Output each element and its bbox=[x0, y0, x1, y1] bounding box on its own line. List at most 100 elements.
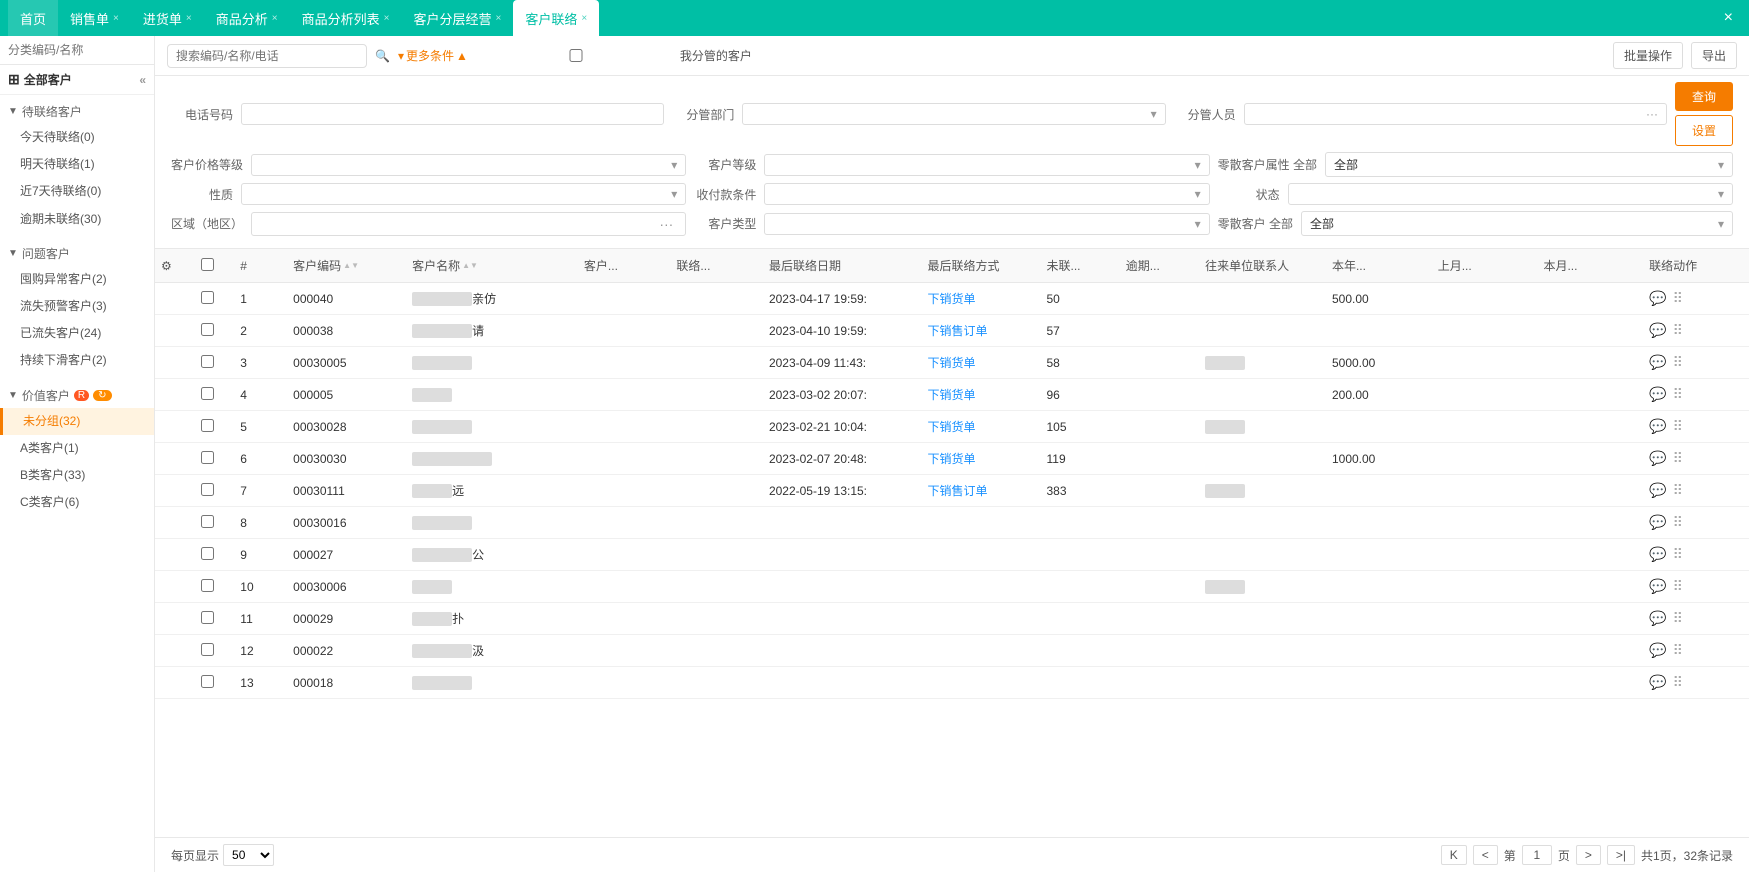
more-icon[interactable]: ⠿ bbox=[1673, 418, 1683, 435]
reset-btn[interactable]: 设置 bbox=[1675, 115, 1733, 146]
method-link[interactable]: 下销货单 bbox=[928, 292, 976, 306]
more-icon[interactable]: ⠿ bbox=[1673, 674, 1683, 691]
row-last-method[interactable]: 下销货单 bbox=[922, 411, 1041, 443]
method-link[interactable]: 下销货单 bbox=[928, 388, 976, 402]
sidebar-pending-title[interactable]: ▼ 待联络客户 bbox=[0, 99, 154, 124]
tab-sales-close[interactable]: × bbox=[113, 13, 119, 24]
row-check[interactable] bbox=[195, 571, 235, 603]
chat-icon[interactable]: 💬 bbox=[1649, 418, 1666, 435]
sidebar-item-today[interactable]: 今天待联络(0) bbox=[0, 124, 154, 151]
more-icon[interactable]: ⠿ bbox=[1673, 354, 1683, 371]
chat-icon[interactable]: 💬 bbox=[1649, 578, 1666, 595]
more-icon[interactable]: ⠿ bbox=[1673, 514, 1683, 531]
row-check[interactable] bbox=[195, 283, 235, 315]
tab-goods-analysis[interactable]: 商品分析 × bbox=[204, 0, 290, 36]
sidebar-item-churned[interactable]: 已流失客户(24) bbox=[0, 320, 154, 347]
tab-goods-list-close[interactable]: × bbox=[384, 13, 390, 24]
sidebar-value-title[interactable]: ▼ 价值客户 R ↻ bbox=[0, 383, 154, 408]
col-header-settings[interactable]: ⚙ bbox=[155, 249, 195, 283]
tab-customer-contact[interactable]: 客户联络 × bbox=[513, 0, 599, 36]
more-icon[interactable]: ⠿ bbox=[1673, 386, 1683, 403]
tab-purchase-close[interactable]: × bbox=[186, 13, 192, 24]
filter-cust-type-select[interactable]: ▾ bbox=[764, 213, 1209, 235]
row-check[interactable] bbox=[195, 507, 235, 539]
chat-icon[interactable]: 💬 bbox=[1649, 546, 1666, 563]
row-check[interactable] bbox=[195, 635, 235, 667]
more-icon[interactable]: ⠿ bbox=[1673, 322, 1683, 339]
my-customers-checkbox-label[interactable]: 我分管的客户 bbox=[476, 47, 752, 64]
col-header-thismonth[interactable]: 本月... bbox=[1537, 249, 1643, 283]
filter-region-select[interactable]: ··· bbox=[251, 212, 686, 236]
chat-icon[interactable]: 💬 bbox=[1649, 386, 1666, 403]
region-dots[interactable]: ··· bbox=[655, 216, 677, 232]
row-check[interactable] bbox=[195, 379, 235, 411]
filter-nature-select[interactable]: ▾ bbox=[241, 183, 686, 205]
row-last-method[interactable]: 下销售订单 bbox=[922, 475, 1041, 507]
sidebar-problem-title[interactable]: ▼ 问题客户 bbox=[0, 241, 154, 266]
tab-customer-contact-close[interactable]: × bbox=[581, 13, 587, 24]
last-page-btn[interactable]: >| bbox=[1607, 845, 1635, 865]
col-header-uncontact[interactable]: 未联... bbox=[1040, 249, 1119, 283]
more-icon[interactable]: ⠿ bbox=[1673, 290, 1683, 307]
next-page-btn[interactable]: > bbox=[1576, 845, 1601, 865]
search-icon[interactable]: 🔍 bbox=[375, 49, 390, 63]
row-check[interactable] bbox=[195, 315, 235, 347]
more-conditions-btn[interactable]: ▾ 更多条件 ▲ bbox=[398, 47, 468, 64]
chat-icon[interactable]: 💬 bbox=[1649, 354, 1666, 371]
more-icon[interactable]: ⠿ bbox=[1673, 482, 1683, 499]
chat-icon[interactable]: 💬 bbox=[1649, 610, 1666, 627]
row-last-method[interactable]: 下销货单 bbox=[922, 347, 1041, 379]
tab-purchase[interactable]: 进货单 × bbox=[131, 0, 204, 36]
col-header-date[interactable]: 最后联络日期 bbox=[763, 249, 922, 283]
col-header-partner[interactable]: 往来单位联系人 bbox=[1199, 249, 1326, 283]
row-check[interactable] bbox=[195, 411, 235, 443]
close-all-tabs[interactable]: × bbox=[1716, 9, 1741, 27]
sidebar-item-unclassified[interactable]: 未分组(32) bbox=[0, 408, 154, 435]
tab-customer-tier-close[interactable]: × bbox=[495, 13, 501, 24]
filter-retail-cust-select[interactable]: 全部 ▾ bbox=[1301, 211, 1733, 236]
col-header-code[interactable]: 客户编码▲▼ bbox=[287, 249, 406, 283]
col-header-method[interactable]: 最后联络方式 bbox=[922, 249, 1041, 283]
tab-sales[interactable]: 销售单 × bbox=[58, 0, 131, 36]
chat-icon[interactable]: 💬 bbox=[1649, 322, 1666, 339]
method-link[interactable]: 下销售订单 bbox=[928, 484, 988, 498]
row-last-method[interactable]: 下销售订单 bbox=[922, 315, 1041, 347]
filter-cust-level-select[interactable]: ▾ bbox=[764, 154, 1209, 176]
col-header-name[interactable]: 客户名称▲▼ bbox=[406, 249, 578, 283]
sidebar-all-customers[interactable]: ⊞ 全部客户 « bbox=[0, 65, 154, 95]
chat-icon[interactable]: 💬 bbox=[1649, 674, 1666, 691]
per-page-select[interactable]: 50 100 bbox=[223, 844, 274, 866]
first-page-btn[interactable]: K bbox=[1441, 845, 1467, 865]
more-icon[interactable]: ⠿ bbox=[1673, 578, 1683, 595]
filter-dept-select[interactable]: ▾ bbox=[742, 103, 1165, 125]
filter-status-select[interactable]: ▾ bbox=[1288, 183, 1733, 205]
col-header-overdue[interactable]: 逾期... bbox=[1120, 249, 1199, 283]
my-customers-checkbox[interactable] bbox=[476, 49, 676, 62]
search-input[interactable] bbox=[167, 44, 367, 68]
more-icon[interactable]: ⠿ bbox=[1673, 450, 1683, 467]
batch-operation-btn[interactable]: 批量操作 bbox=[1613, 42, 1683, 69]
method-link[interactable]: 下销货单 bbox=[928, 452, 976, 466]
chat-icon[interactable]: 💬 bbox=[1649, 642, 1666, 659]
sidebar-item-class-b[interactable]: B类客户(33) bbox=[0, 462, 154, 489]
sidebar-item-class-c[interactable]: C类客户(6) bbox=[0, 489, 154, 516]
col-header-lastmonth[interactable]: 上月... bbox=[1432, 249, 1538, 283]
chat-icon[interactable]: 💬 bbox=[1649, 450, 1666, 467]
method-link[interactable]: 下销货单 bbox=[928, 420, 976, 434]
prev-page-btn[interactable]: < bbox=[1473, 845, 1498, 865]
more-icon[interactable]: ⠿ bbox=[1673, 642, 1683, 659]
chat-icon[interactable]: 💬 bbox=[1649, 514, 1666, 531]
sidebar-item-class-a[interactable]: A类客户(1) bbox=[0, 435, 154, 462]
sidebar-item-7days[interactable]: 近7天待联络(0) bbox=[0, 178, 154, 205]
tab-customer-tier[interactable]: 客户分层经营 × bbox=[401, 0, 513, 36]
method-link[interactable]: 下销售订单 bbox=[928, 324, 988, 338]
row-check[interactable] bbox=[195, 603, 235, 635]
sidebar-item-churn-warning[interactable]: 流失预警客户(3) bbox=[0, 293, 154, 320]
row-check[interactable] bbox=[195, 667, 235, 699]
sidebar-item-hoarding[interactable]: 囤购异常客户(2) bbox=[0, 266, 154, 293]
sidebar-item-declining[interactable]: 持续下滑客户(2) bbox=[0, 347, 154, 374]
row-check[interactable] bbox=[195, 475, 235, 507]
tab-goods-list[interactable]: 商品分析列表 × bbox=[290, 0, 402, 36]
row-last-method[interactable]: 下销货单 bbox=[922, 379, 1041, 411]
filter-price-select[interactable]: ▾ bbox=[251, 154, 686, 176]
